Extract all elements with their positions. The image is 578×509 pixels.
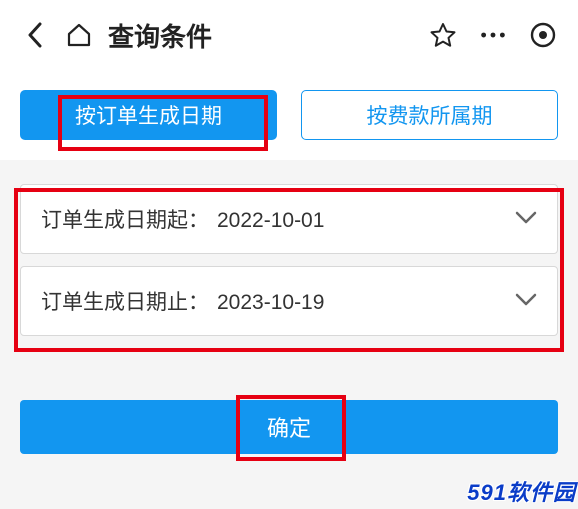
header-left: 查询条件 xyxy=(20,17,212,54)
tabs: 按订单生成日期 按费款所属期 xyxy=(0,70,578,160)
header-right xyxy=(428,20,558,50)
app-header: 查询条件 xyxy=(0,0,578,70)
page-title: 查询条件 xyxy=(108,17,212,54)
date-start-value: 2022-10-01 xyxy=(217,209,324,233)
date-start-label: 订单生成日期起： xyxy=(41,204,209,234)
star-icon[interactable] xyxy=(428,20,458,50)
tab-by-fee-period[interactable]: 按费款所属期 xyxy=(301,90,558,140)
date-range-section: 订单生成日期起： 2022-10-01 订单生成日期止： 2023-10-19 xyxy=(0,164,578,356)
target-icon[interactable] xyxy=(528,20,558,50)
more-icon[interactable] xyxy=(478,20,508,50)
back-icon[interactable] xyxy=(20,20,50,50)
date-end-field[interactable]: 订单生成日期止： 2023-10-19 xyxy=(20,266,558,336)
date-end-value: 2023-10-19 xyxy=(217,291,324,315)
tab-by-order-date[interactable]: 按订单生成日期 xyxy=(20,90,277,140)
date-end-label: 订单生成日期止： xyxy=(41,286,209,316)
submit-row: 确定 xyxy=(0,386,578,468)
home-icon[interactable] xyxy=(64,20,94,50)
chevron-down-icon xyxy=(515,289,537,313)
watermark: 591软件园 xyxy=(467,475,576,507)
confirm-button[interactable]: 确定 xyxy=(20,400,558,454)
date-start-field[interactable]: 订单生成日期起： 2022-10-01 xyxy=(20,184,558,254)
chevron-down-icon xyxy=(515,207,537,231)
